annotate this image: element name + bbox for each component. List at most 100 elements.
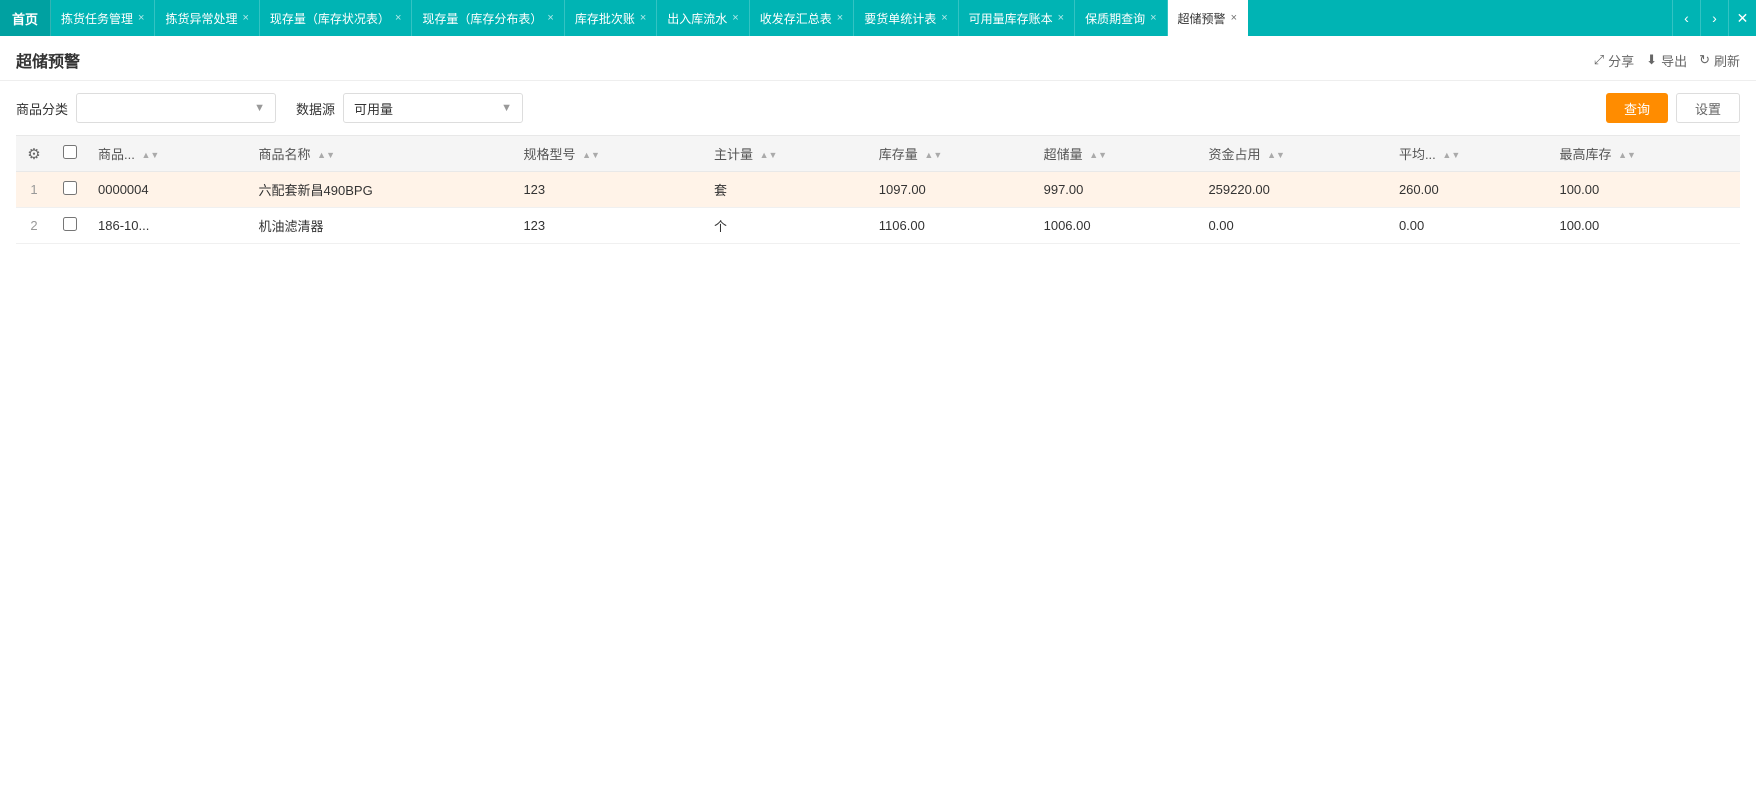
sort-name-icon[interactable]: ▲▼ [317, 151, 335, 160]
row-capital-1: 0.00 [1198, 208, 1389, 244]
nav-close-arrow[interactable]: ✕ [1728, 0, 1756, 36]
row-checkbox-col-1 [52, 208, 88, 244]
table-row: 2 186-10... 机油滤清器 123 个 1106.00 1006.00 … [16, 208, 1740, 244]
nav-tab-2[interactable]: 现存量（库存状况表）× [260, 0, 412, 36]
close-tab-icon-3[interactable]: × [547, 12, 553, 24]
row-code-0: 0000004 [88, 172, 249, 208]
page-title: 超储预警 [16, 48, 80, 72]
col-over-header: 超储量 ▲▼ [1034, 136, 1199, 172]
close-tab-icon-10[interactable]: × [1231, 12, 1237, 24]
row-checkbox-1[interactable] [63, 217, 77, 231]
nav-tab-7[interactable]: 要货单统计表× [854, 0, 958, 36]
datasource-filter: 数据源 可用量 ▼ [296, 93, 523, 123]
refresh-button[interactable]: ↻ 刷新 [1699, 51, 1740, 70]
table-header-row: ⚙ 商品... ▲▼ 商品名称 ▲▼ 规格型号 ▲▼ [16, 136, 1740, 172]
row-unit-0: 套 [704, 172, 869, 208]
col-checkbox-header [52, 136, 88, 172]
nav-tab-0[interactable]: 拣货任务管理× [51, 0, 155, 36]
category-select[interactable]: ▼ [76, 93, 276, 123]
row-spec-1: 123 [513, 208, 704, 244]
row-code-1: 186-10... [88, 208, 249, 244]
sort-code-icon[interactable]: ▲▼ [141, 151, 159, 160]
page-content: 超储预警 ⤢ 分享 ⬇ 导出 ↻ 刷新 商品分类 ▼ 数据源 [0, 36, 1756, 800]
export-icon: ⬇ [1646, 52, 1657, 68]
row-num-0: 1 [16, 172, 52, 208]
row-stock-1: 1106.00 [869, 208, 1034, 244]
share-icon: ⤢ [1594, 52, 1604, 68]
datasource-chevron-icon: ▼ [501, 102, 512, 114]
select-all-checkbox[interactable] [63, 145, 77, 159]
row-capital-0: 259220.00 [1198, 172, 1389, 208]
row-stock-0: 1097.00 [869, 172, 1034, 208]
category-chevron-icon: ▼ [254, 102, 265, 114]
nav-tab-8[interactable]: 可用量库存账本× [959, 0, 1075, 36]
header-actions: ⤢ 分享 ⬇ 导出 ↻ 刷新 [1594, 51, 1740, 70]
row-name-0: 六配套新昌490BPG [249, 172, 514, 208]
close-tab-icon-1[interactable]: × [242, 12, 248, 24]
row-checkbox-0[interactable] [63, 181, 77, 195]
refresh-icon: ↻ [1699, 52, 1710, 68]
col-name-header: 商品名称 ▲▼ [249, 136, 514, 172]
datasource-label: 数据源 [296, 99, 335, 118]
nav-next-arrow[interactable]: › [1700, 0, 1728, 36]
query-button[interactable]: 查询 [1606, 93, 1668, 123]
table-row: 1 0000004 六配套新昌490BPG 123 套 1097.00 997.… [16, 172, 1740, 208]
page-header: 超储预警 ⤢ 分享 ⬇ 导出 ↻ 刷新 [0, 36, 1756, 81]
col-capital-header: 资金占用 ▲▼ [1198, 136, 1389, 172]
table-container: ⚙ 商品... ▲▼ 商品名称 ▲▼ 规格型号 ▲▼ [0, 135, 1756, 244]
col-maxstock-header: 最高库存 ▲▼ [1549, 136, 1740, 172]
close-tab-icon-7[interactable]: × [941, 12, 947, 24]
col-unit-header: 主计量 ▲▼ [704, 136, 869, 172]
col-avg-header: 平均... ▲▼ [1389, 136, 1550, 172]
row-spec-0: 123 [513, 172, 704, 208]
row-unit-1: 个 [704, 208, 869, 244]
nav-tab-4[interactable]: 库存批次账× [565, 0, 657, 36]
filter-action-buttons: 查询 设置 [1606, 93, 1740, 123]
close-tab-icon-8[interactable]: × [1058, 12, 1064, 24]
sort-maxstock-icon[interactable]: ▲▼ [1618, 151, 1636, 160]
nav-tab-10[interactable]: 超储预警× [1168, 0, 1248, 36]
nav-tab-1[interactable]: 拣货异常处理× [155, 0, 259, 36]
sort-unit-icon[interactable]: ▲▼ [760, 151, 778, 160]
row-name-1: 机油滤清器 [249, 208, 514, 244]
row-avg-1: 0.00 [1389, 208, 1550, 244]
row-maxstock-1: 100.00 [1549, 208, 1740, 244]
col-spec-header: 规格型号 ▲▼ [513, 136, 704, 172]
sort-stock-icon[interactable]: ▲▼ [924, 151, 942, 160]
settings-button[interactable]: 设置 [1676, 93, 1740, 123]
close-tab-icon-0[interactable]: × [138, 12, 144, 24]
nav-arrows: ‹ › ✕ [1672, 0, 1756, 36]
nav-tab-9[interactable]: 保质期查询× [1075, 0, 1167, 36]
close-tab-icon-2[interactable]: × [395, 12, 401, 24]
filter-area: 商品分类 ▼ 数据源 可用量 ▼ 查询 设置 [0, 81, 1756, 135]
datasource-value: 可用量 [354, 99, 393, 118]
sort-avg-icon[interactable]: ▲▼ [1442, 151, 1460, 160]
row-maxstock-0: 100.00 [1549, 172, 1740, 208]
sort-over-icon[interactable]: ▲▼ [1089, 151, 1107, 160]
close-tab-icon-6[interactable]: × [837, 12, 843, 24]
export-button[interactable]: ⬇ 导出 [1646, 51, 1687, 70]
row-avg-0: 260.00 [1389, 172, 1550, 208]
close-tab-icon-9[interactable]: × [1150, 12, 1156, 24]
nav-prev-arrow[interactable]: ‹ [1672, 0, 1700, 36]
nav-tab-5[interactable]: 出入库流水× [657, 0, 749, 36]
column-settings-icon[interactable]: ⚙ [27, 146, 40, 163]
row-over-0: 997.00 [1034, 172, 1199, 208]
nav-tab-3[interactable]: 现存量（库存分布表）× [412, 0, 564, 36]
close-tab-icon-5[interactable]: × [732, 12, 738, 24]
sort-capital-icon[interactable]: ▲▼ [1267, 151, 1285, 160]
nav-tab-6[interactable]: 收发存汇总表× [750, 0, 854, 36]
row-num-1: 2 [16, 208, 52, 244]
category-label: 商品分类 [16, 99, 68, 118]
row-over-1: 1006.00 [1034, 208, 1199, 244]
share-button[interactable]: ⤢ 分享 [1594, 51, 1634, 70]
nav-home[interactable]: 首页 [0, 0, 51, 36]
data-table: ⚙ 商品... ▲▼ 商品名称 ▲▼ 规格型号 ▲▼ [16, 135, 1740, 244]
top-navigation: 首页 拣货任务管理×拣货异常处理×现存量（库存状况表）×现存量（库存分布表）×库… [0, 0, 1756, 36]
datasource-select[interactable]: 可用量 ▼ [343, 93, 523, 123]
col-gear: ⚙ [16, 136, 52, 172]
sort-spec-icon[interactable]: ▲▼ [582, 151, 600, 160]
col-stock-header: 库存量 ▲▼ [869, 136, 1034, 172]
col-code-header: 商品... ▲▼ [88, 136, 249, 172]
close-tab-icon-4[interactable]: × [640, 12, 646, 24]
